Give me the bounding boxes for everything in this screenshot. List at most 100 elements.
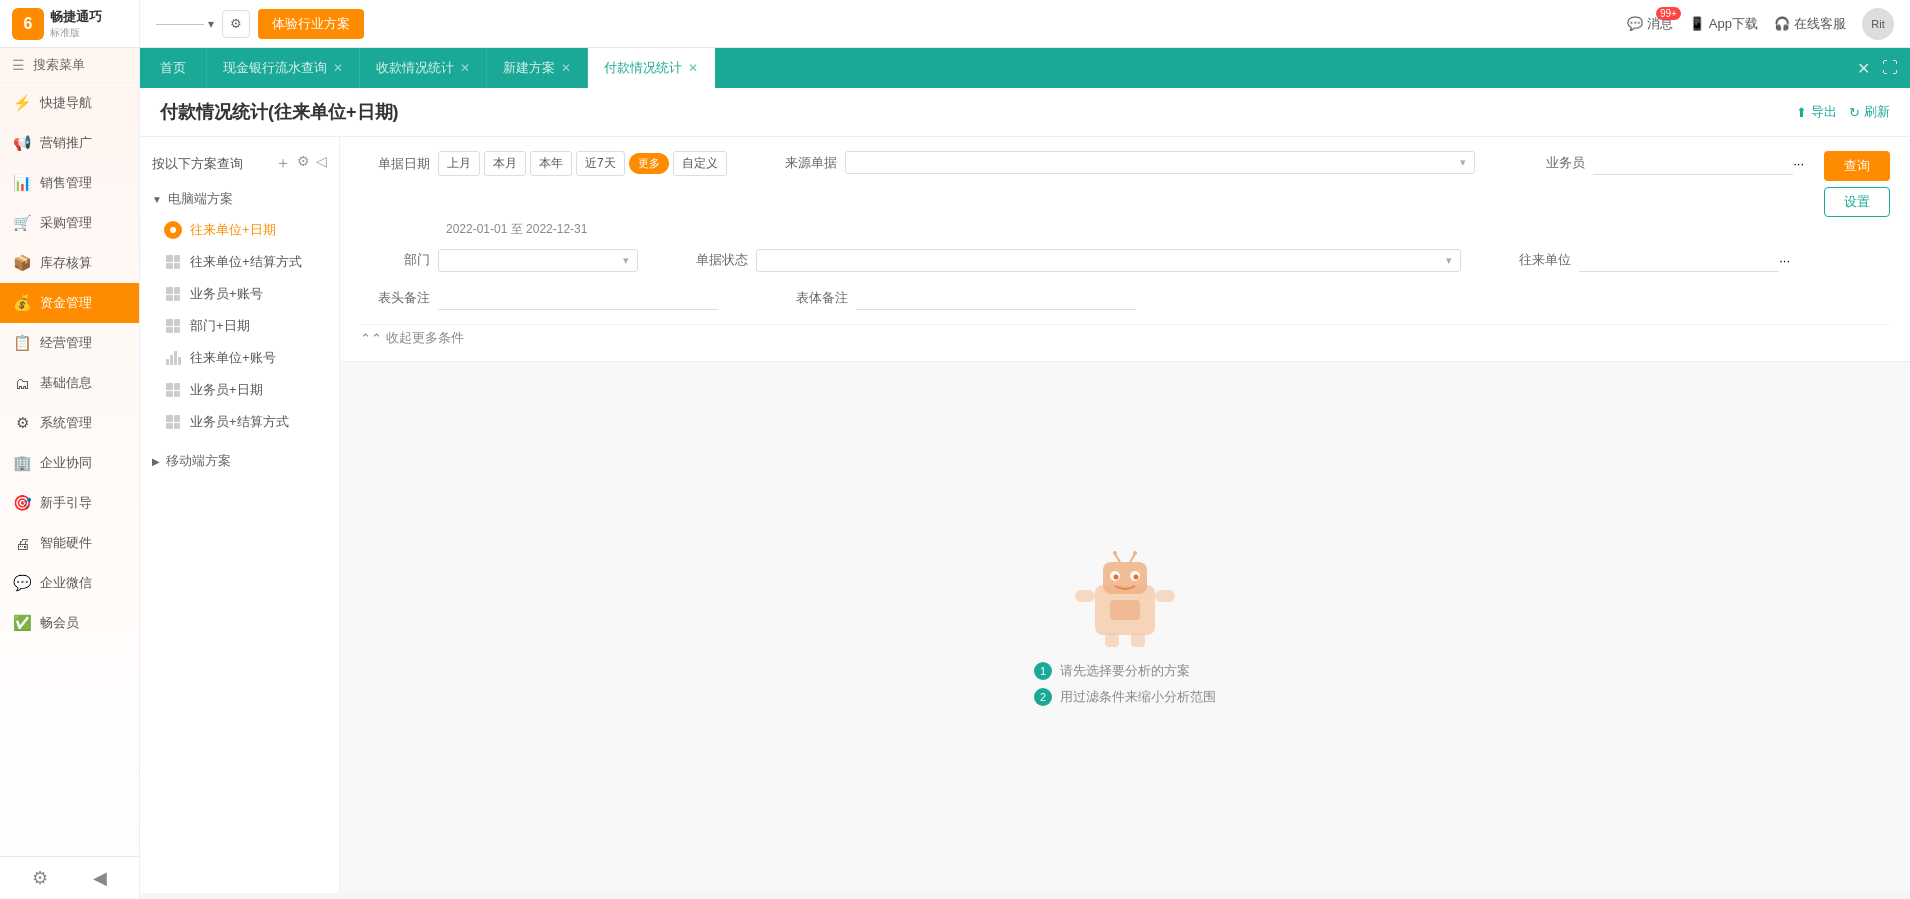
sidebar-item-member[interactable]: ✅ 畅会员 (0, 603, 139, 643)
online-service-label: 在线客服 (1794, 15, 1846, 33)
empty-tips: 1 请先选择要分析的方案 2 用过滤条件来缩小分析范围 (1034, 662, 1216, 706)
more-date-btn[interactable]: 更多 (629, 153, 669, 174)
tab-payment-stats[interactable]: 付款情况统计 ✕ (588, 48, 715, 88)
gear-icon: ⚙ (230, 16, 242, 31)
svg-rect-8 (1105, 633, 1119, 647)
grid-icon (164, 285, 182, 303)
settings-scheme-icon[interactable]: ⚙ (297, 153, 310, 174)
sidebar-item-enterprise[interactable]: 🏢 企业协同 (0, 443, 139, 483)
sidebar-item-label: 销售管理 (40, 174, 92, 192)
tab-new-scheme[interactable]: 新建方案 ✕ (487, 48, 588, 88)
empty-illustration: 1 请先选择要分析的方案 2 用过滤条件来缩小分析范围 (1034, 550, 1216, 706)
sidebar-item-purchase[interactable]: 🛒 采购管理 (0, 203, 139, 243)
sidebar-item-basic-info[interactable]: 🗂 基础信息 (0, 363, 139, 403)
page-title: 付款情况统计(往来单位+日期) (160, 100, 399, 124)
tab-label: 收款情况统计 (376, 59, 454, 77)
sidebar-nav: ⚡ 快捷导航 📢 营销推广 📊 销售管理 🛒 采购管理 📦 库存核算 💰 资金管… (0, 83, 139, 856)
vendor-dots-btn[interactable]: ··· (1779, 253, 1790, 268)
body-note-input[interactable] (856, 286, 1136, 310)
empty-tip-2: 2 用过滤条件来缩小分析范围 (1034, 688, 1216, 706)
online-service-btn[interactable]: 🎧 在线客服 (1774, 15, 1846, 33)
sidebar-item-marketing[interactable]: 📢 营销推广 (0, 123, 139, 163)
message-badge: 99+ (1656, 7, 1681, 20)
collapse-up-icon: ⌃⌃ (360, 331, 382, 346)
tab-close-icon[interactable]: ✕ (333, 61, 343, 75)
svg-rect-9 (1131, 633, 1145, 647)
sidebar-item-sales[interactable]: 📊 销售管理 (0, 163, 139, 203)
user-avatar[interactable]: Rit (1862, 8, 1894, 40)
header-note-input[interactable] (438, 286, 718, 310)
topbar-settings-btn[interactable]: ⚙ (222, 10, 250, 38)
scheme-item-vendor-date[interactable]: 往来单位+日期 (140, 214, 339, 246)
export-btn[interactable]: ⬆ 导出 (1796, 103, 1837, 121)
scheme-section-mobile: ▶ 移动端方案 (140, 446, 339, 476)
sidebar-item-system[interactable]: ⚙ 系统管理 (0, 403, 139, 443)
tab-receipt-stats[interactable]: 收款情况统计 ✕ (360, 48, 487, 88)
settings-bottom-icon[interactable]: ⚙ (32, 867, 48, 889)
message-btn[interactable]: 💬 消息 99+ (1627, 15, 1673, 33)
sidebar-item-funds[interactable]: 💰 资金管理 (0, 283, 139, 323)
search-menu-item[interactable]: ☰ 搜索菜单 (0, 48, 139, 83)
svg-point-13 (1133, 551, 1137, 555)
tab-bank-flow[interactable]: 现金银行流水查询 ✕ (207, 48, 360, 88)
scheme-item-label: 往来单位+日期 (190, 221, 276, 239)
sidebar-item-quick-nav[interactable]: ⚡ 快捷导航 (0, 83, 139, 123)
page-header: 付款情况统计(往来单位+日期) ⬆ 导出 ↻ 刷新 (140, 88, 1910, 137)
collapse-filter-btn[interactable]: ⌃⌃ 收起更多条件 (360, 329, 1890, 347)
tab-close-icon[interactable]: ✕ (460, 61, 470, 75)
collapse-left-panel-icon[interactable]: ◁ (316, 153, 327, 174)
scheme-item-staff-date[interactable]: 业务员+日期 (140, 374, 339, 406)
tabbar: 首页 现金银行流水查询 ✕ 收款情况统计 ✕ 新建方案 ✕ 付款情况统计 ✕ ✕… (140, 48, 1910, 88)
close-all-tabs-btn[interactable]: ✕ (1853, 55, 1874, 82)
app-logo: 6 畅捷通巧 标准版 (0, 0, 139, 48)
query-btn[interactable]: 查询 (1824, 151, 1890, 181)
refresh-btn[interactable]: ↻ 刷新 (1849, 103, 1890, 121)
message-icon: 💬 (1627, 16, 1643, 31)
setting-btn[interactable]: 设置 (1824, 187, 1890, 217)
staff-dots-btn[interactable]: ··· (1793, 156, 1804, 171)
vendor-input[interactable] (1579, 248, 1779, 272)
tab-close-icon[interactable]: ✕ (561, 61, 571, 75)
expand-tabs-btn[interactable]: ⛶ (1878, 55, 1902, 81)
svg-line-10 (1115, 554, 1120, 562)
service-icon: 🎧 (1774, 16, 1790, 31)
app-name: 畅捷通巧 (50, 8, 102, 26)
scheme-item-vendor-account[interactable]: 往来单位+账号 (140, 342, 339, 374)
dept-select[interactable]: ▾ (438, 249, 638, 272)
guide-icon: 🎯 (12, 493, 32, 513)
scheme-section-pc-title[interactable]: ▼ 电脑端方案 (140, 184, 339, 214)
collapse-sidebar-icon[interactable]: ◀ (93, 867, 107, 889)
source-select[interactable]: ▾ (845, 151, 1475, 174)
active-item-icon (164, 221, 182, 239)
last-7-days-btn[interactable]: 近7天 (576, 151, 625, 176)
topbar: ———— ▾ ⚙ 体验行业方案 💬 消息 99+ 📱 App下载 🎧 在线客服 (140, 0, 1910, 48)
this-year-btn[interactable]: 本年 (530, 151, 572, 176)
scheme-item-vendor-settle[interactable]: 往来单位+结算方式 (140, 246, 339, 278)
sidebar-item-corp-wechat[interactable]: 💬 企业微信 (0, 563, 139, 603)
scheme-query-label: 按以下方案查询 (152, 155, 243, 173)
sidebar-item-label: 经营管理 (40, 334, 92, 352)
sidebar-item-guide[interactable]: 🎯 新手引导 (0, 483, 139, 523)
sidebar-item-smart-hw[interactable]: 🖨 智能硬件 (0, 523, 139, 563)
this-month-btn[interactable]: 本月 (484, 151, 526, 176)
dept-label: 部门 (360, 251, 430, 269)
sidebar-item-operations[interactable]: 📋 经营管理 (0, 323, 139, 363)
staff-input[interactable] (1593, 151, 1793, 175)
voucher-status-select[interactable]: ▾ (756, 249, 1461, 272)
scheme-item-staff-settle[interactable]: 业务员+结算方式 (140, 406, 339, 438)
last-month-btn[interactable]: 上月 (438, 151, 480, 176)
header-note-label: 表头备注 (360, 289, 430, 307)
svg-rect-6 (1075, 590, 1095, 602)
topbar-breadcrumb-dropdown[interactable]: ———— ▾ (156, 17, 214, 31)
tab-home[interactable]: 首页 (140, 48, 207, 88)
sidebar-item-inventory[interactable]: 📦 库存核算 (0, 243, 139, 283)
scheme-item-staff-account[interactable]: 业务员+账号 (140, 278, 339, 310)
tab-close-icon[interactable]: ✕ (688, 61, 698, 75)
scheme-section-mobile-title[interactable]: ▶ 移动端方案 (140, 446, 339, 476)
sidebar: 6 畅捷通巧 标准版 ☰ 搜索菜单 ⚡ 快捷导航 📢 营销推广 📊 销售管理 🛒… (0, 0, 140, 899)
scheme-item-dept-date[interactable]: 部门+日期 (140, 310, 339, 342)
trial-industry-btn[interactable]: 体验行业方案 (258, 9, 364, 39)
custom-date-btn[interactable]: 自定义 (673, 151, 727, 176)
app-download-btn[interactable]: 📱 App下载 (1689, 15, 1758, 33)
add-scheme-icon[interactable]: ＋ (275, 153, 291, 174)
